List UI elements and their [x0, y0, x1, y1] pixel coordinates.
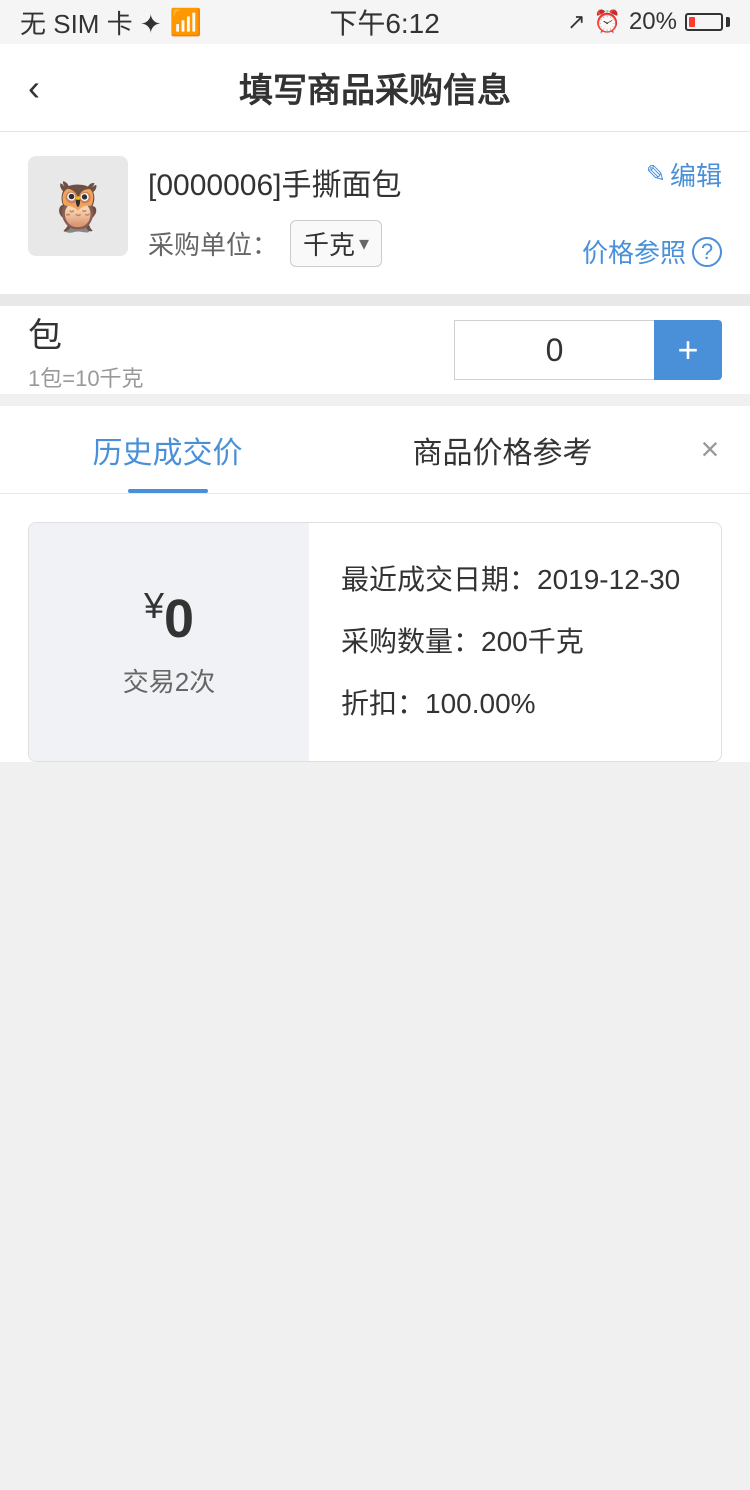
- location-icon: ↗: [567, 9, 585, 35]
- product-info: [0000006]手撕面包 采购单位： 千克 ▾: [148, 156, 401, 267]
- trade-count: 交易2次: [123, 662, 215, 699]
- product-image-icon: 🦉: [48, 178, 108, 235]
- product-unit-row: 采购单位： 千克 ▾: [148, 220, 401, 267]
- unit-select[interactable]: 千克 ▾: [290, 220, 382, 267]
- discount-row: 折扣：100.00%: [341, 683, 689, 725]
- quantity-section: 包 1包=10千克 +: [0, 306, 750, 394]
- price-card-right: 最近成交日期：2019-12-30 采购数量：200千克 折扣：100.00%: [309, 523, 721, 761]
- edit-button[interactable]: ✎ 编辑: [646, 156, 722, 193]
- status-bar: 无 SIM 卡 ✦ 📶 下午6:12 ↗ ⏰ 20%: [0, 0, 750, 44]
- product-name: [0000006]手撕面包: [148, 160, 401, 204]
- quantity-main-label: 包: [28, 308, 144, 357]
- price-card: ¥0 交易2次 最近成交日期：2019-12-30 采购数量：200千克 折扣：…: [28, 522, 722, 762]
- purchase-qty-row: 采购数量：200千克: [341, 621, 689, 663]
- status-left: 无 SIM 卡 ✦ 📶: [20, 4, 202, 41]
- status-time: 下午6:12: [329, 2, 440, 42]
- help-icon: ?: [692, 237, 722, 267]
- dropdown-arrow-icon: ▾: [359, 231, 369, 256]
- quantity-plus-button[interactable]: +: [654, 320, 722, 380]
- product-thumbnail: 🦉: [28, 156, 128, 256]
- price-ref-button[interactable]: 价格参照 ?: [582, 233, 722, 270]
- edit-icon: ✎: [646, 160, 666, 189]
- quantity-input[interactable]: [454, 320, 654, 380]
- price-amount: ¥0: [144, 585, 194, 650]
- sim-label: 无 SIM 卡 ✦: [20, 4, 162, 41]
- panel-close-button[interactable]: ×: [670, 406, 750, 493]
- wifi-icon: 📶: [170, 7, 202, 38]
- panel-section: 历史成交价 商品价格参考 × ¥0 交易2次 最近成交日期：2019-12-30…: [0, 406, 750, 762]
- tab-bar: 历史成交价 商品价格参考 ×: [0, 406, 750, 494]
- price-card-left: ¥0 交易2次: [29, 523, 309, 761]
- alarm-icon: ⏰: [594, 9, 621, 35]
- quantity-label: 包 1包=10千克: [28, 308, 144, 393]
- product-right: ✎ 编辑 价格参照 ?: [582, 156, 722, 270]
- tab-price-ref[interactable]: 商品价格参考: [335, 406, 670, 493]
- battery-percent: 20%: [629, 8, 677, 36]
- product-section: 🦉 [0000006]手撕面包 采购单位： 千克 ▾ ✎ 编辑: [0, 132, 750, 294]
- quantity-sub-label: 1包=10千克: [28, 361, 144, 393]
- page-title: 填写商品采购信息: [239, 63, 511, 112]
- nav-bar: ‹ 填写商品采购信息: [0, 44, 750, 132]
- tab-history-price[interactable]: 历史成交价: [0, 406, 335, 493]
- unit-label: 采购单位：: [148, 225, 278, 262]
- status-right: ↗ ⏰ 20%: [567, 8, 730, 36]
- quantity-input-wrap: +: [454, 320, 722, 380]
- battery-icon: [685, 13, 730, 31]
- separator: [0, 294, 750, 306]
- back-button[interactable]: ‹: [28, 67, 40, 109]
- recent-date-row: 最近成交日期：2019-12-30: [341, 559, 689, 601]
- main-background: [0, 790, 750, 1490]
